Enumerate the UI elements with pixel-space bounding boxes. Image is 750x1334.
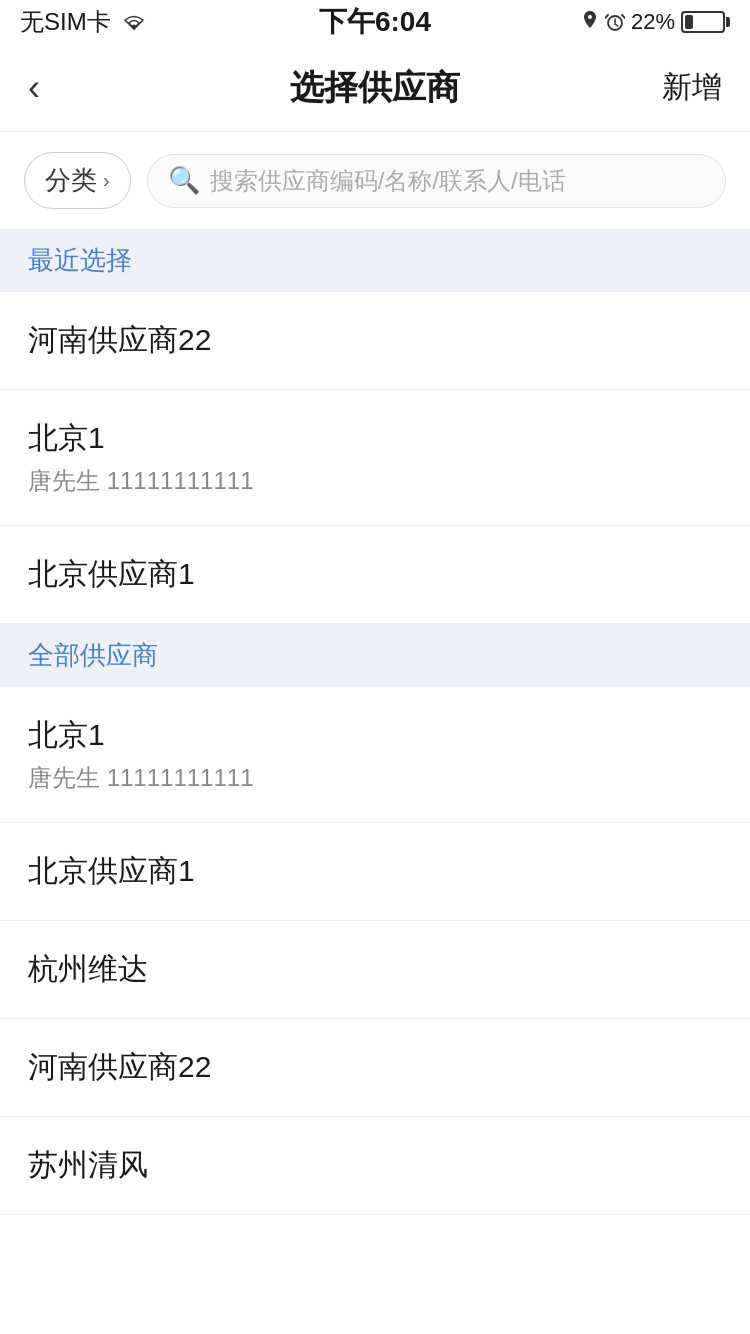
wifi-icon [119,11,149,33]
recent-item-2-name: 北京1 [28,418,722,459]
search-box[interactable]: 🔍 搜索供应商编码/名称/联系人/电话 [147,154,726,208]
category-label: 分类 [45,163,97,198]
all-item-3-name: 杭州维达 [28,949,722,990]
status-right: 22% [581,9,730,35]
all-item-1-sub: 唐先生 11111111111 [28,762,722,794]
recent-item-2-sub: 唐先生 11111111111 [28,465,722,497]
all-item-5-name: 苏州清风 [28,1145,722,1186]
location-icon [581,11,599,33]
all-item-1[interactable]: 北京1 唐先生 11111111111 [0,687,750,823]
add-button[interactable]: 新增 [662,67,722,108]
nav-bar: ‹ 选择供应商 新增 [0,44,750,132]
recent-item-3-name: 北京供应商1 [28,554,722,595]
filter-bar: 分类 › 🔍 搜索供应商编码/名称/联系人/电话 [0,132,750,229]
page-title: 选择供应商 [290,65,460,111]
battery-percent: 22% [631,9,675,35]
search-placeholder: 搜索供应商编码/名称/联系人/电话 [210,165,566,197]
all-item-3[interactable]: 杭州维达 [0,921,750,1019]
all-item-4[interactable]: 河南供应商22 [0,1019,750,1117]
status-left: 无SIM卡 [20,6,149,38]
all-section-title: 全部供应商 [28,640,158,670]
all-section-header: 全部供应商 [0,624,750,687]
category-filter-button[interactable]: 分类 › [24,152,131,209]
battery-icon [681,11,730,33]
status-time: 下午6:04 [319,3,431,41]
recent-item-1[interactable]: 河南供应商22 [0,292,750,390]
recent-section-title: 最近选择 [28,245,132,275]
all-item-4-name: 河南供应商22 [28,1047,722,1088]
status-bar: 无SIM卡 下午6:04 22% [0,0,750,44]
carrier-text: 无SIM卡 [20,6,111,38]
all-item-5[interactable]: 苏州清风 [0,1117,750,1215]
all-item-2-name: 北京供应商1 [28,851,722,892]
all-item-2[interactable]: 北京供应商1 [0,823,750,921]
recent-item-3[interactable]: 北京供应商1 [0,526,750,624]
alarm-icon [605,11,625,33]
chevron-right-icon: › [103,169,110,192]
all-item-1-name: 北京1 [28,715,722,756]
recent-item-2[interactable]: 北京1 唐先生 11111111111 [0,390,750,526]
recent-section-header: 最近选择 [0,229,750,292]
back-button[interactable]: ‹ [28,67,88,109]
search-icon: 🔍 [168,165,200,196]
recent-item-1-name: 河南供应商22 [28,320,722,361]
